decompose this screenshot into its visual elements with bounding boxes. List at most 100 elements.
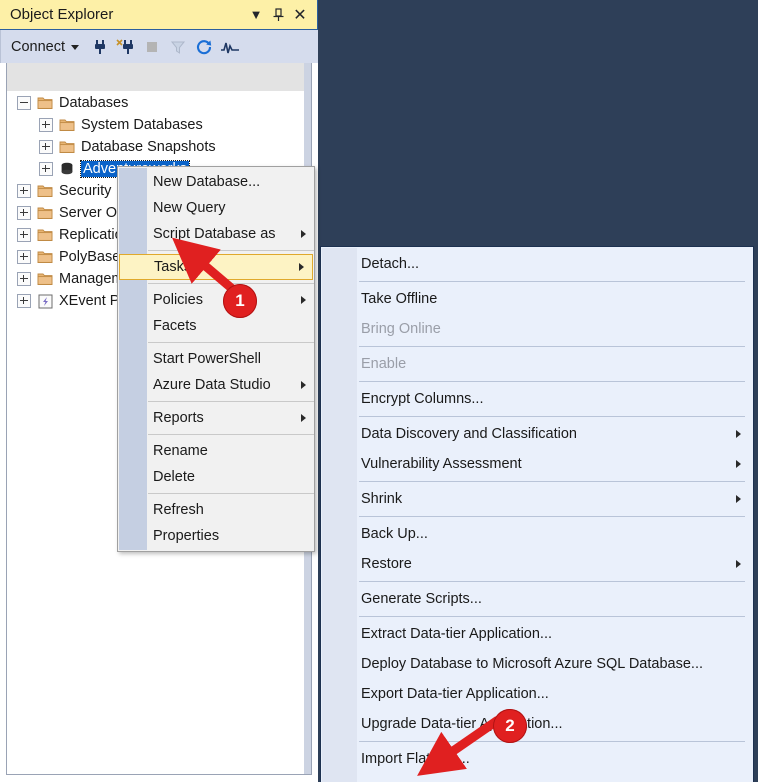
tasks-submenu-item-extract-data-tier-application[interactable]: Extract Data-tier Application... bbox=[321, 619, 753, 649]
expand-icon[interactable] bbox=[17, 272, 31, 286]
tasks-submenu-item-label: Encrypt Columns... bbox=[361, 391, 484, 407]
context-menu-item-label: Facets bbox=[153, 318, 197, 334]
tree-header-strip bbox=[7, 63, 311, 92]
database-context-menu[interactable]: New Database... New Query Script Database … bbox=[117, 166, 315, 552]
expand-icon[interactable] bbox=[17, 228, 31, 242]
tree-item-label: System Databases bbox=[81, 117, 203, 133]
menu-separator bbox=[359, 346, 745, 347]
tree-item-label: PolyBase bbox=[59, 249, 121, 265]
context-menu-item-new-database[interactable]: New Database... bbox=[118, 169, 314, 195]
connect-button[interactable]: Connect bbox=[11, 38, 80, 55]
context-menu-item-policies[interactable]: Policies bbox=[118, 287, 314, 313]
tasks-submenu-item-data-discovery-and-classification[interactable]: Data Discovery and Classification bbox=[321, 419, 753, 449]
pin-icon[interactable] bbox=[267, 4, 289, 26]
tree-item-system-databases[interactable]: System Databases bbox=[7, 114, 311, 136]
tasks-submenu-item-encrypt-columns[interactable]: Encrypt Columns... bbox=[321, 384, 753, 414]
tasks-submenu-item-label: Back Up... bbox=[361, 526, 428, 542]
context-menu-item-label: New Database... bbox=[153, 174, 261, 190]
expand-icon[interactable] bbox=[17, 250, 31, 264]
expand-icon[interactable] bbox=[39, 162, 53, 176]
folder-icon bbox=[37, 95, 53, 111]
context-menu-item-facets[interactable]: Facets bbox=[118, 313, 314, 339]
context-menu-item-rename[interactable]: Rename bbox=[118, 438, 314, 464]
tree-item-label: Security bbox=[59, 183, 112, 199]
expand-icon[interactable] bbox=[39, 118, 53, 132]
expand-icon[interactable] bbox=[17, 294, 31, 308]
chevron-down-icon[interactable]: ▼ bbox=[245, 4, 267, 26]
context-menu-item-label: Reports bbox=[153, 410, 204, 426]
tasks-submenu-item-label: Restore bbox=[361, 556, 412, 572]
context-menu-item-script-database-as[interactable]: Script Database as bbox=[118, 221, 314, 247]
annotation-badge-2: 2 bbox=[493, 709, 527, 743]
context-menu-item-azure-data-studio[interactable]: Azure Data Studio bbox=[118, 372, 314, 398]
object-explorer-toolbar: Connect bbox=[0, 30, 318, 63]
context-menu-item-start-powershell[interactable]: Start PowerShell bbox=[118, 346, 314, 372]
tasks-submenu-item-generate-scripts[interactable]: Generate Scripts... bbox=[321, 584, 753, 614]
object-explorer-title-bar: Object Explorer ▼ ✕ bbox=[0, 0, 318, 30]
disconnect-plug-icon[interactable] bbox=[113, 34, 139, 60]
tasks-submenu-item-take-offline[interactable]: Take Offline bbox=[321, 284, 753, 314]
context-menu-item-label: Properties bbox=[153, 528, 220, 544]
folder-icon bbox=[59, 139, 75, 155]
tasks-submenu-item-label: Deploy Database to Microsoft Azure SQL D… bbox=[361, 656, 703, 672]
chevron-down-icon bbox=[71, 45, 80, 50]
menu-separator bbox=[359, 581, 745, 582]
tasks-submenu-item-label: Import Flat File... bbox=[361, 751, 470, 767]
tasks-submenu-item-label: Vulnerability Assessment bbox=[361, 456, 522, 472]
xevent-icon bbox=[37, 293, 53, 309]
menu-separator bbox=[148, 434, 314, 435]
tasks-submenu-item-import-flat-file[interactable]: Import Flat File... bbox=[321, 744, 753, 774]
stop-icon bbox=[139, 34, 165, 60]
context-menu-item-properties[interactable]: Properties bbox=[118, 523, 314, 549]
folder-icon bbox=[59, 117, 75, 133]
menu-separator bbox=[359, 281, 745, 282]
folder-icon bbox=[37, 271, 53, 287]
expand-icon[interactable] bbox=[17, 184, 31, 198]
tasks-submenu-item-back-up[interactable]: Back Up... bbox=[321, 519, 753, 549]
close-icon[interactable]: ✕ bbox=[289, 4, 311, 26]
tasks-submenu-item-vulnerability-assessment[interactable]: Vulnerability Assessment bbox=[321, 449, 753, 479]
app-root: Object Explorer ▼ ✕ Connect Databases Sy… bbox=[0, 0, 758, 782]
tree-item-databases[interactable]: Databases bbox=[7, 92, 311, 114]
refresh-icon[interactable] bbox=[191, 34, 217, 60]
menu-separator bbox=[359, 381, 745, 382]
context-menu-item-new-query[interactable]: New Query bbox=[118, 195, 314, 221]
tasks-submenu-item-import-data[interactable]: Import Data... bbox=[321, 774, 753, 782]
tasks-submenu-item-bring-online: Bring Online bbox=[321, 314, 753, 344]
annotation-badge-1: 1 bbox=[223, 284, 257, 318]
menu-separator bbox=[359, 616, 745, 617]
tasks-submenu-item-upgrade-data-tier-application[interactable]: Upgrade Data-tier Application... bbox=[321, 709, 753, 739]
expand-icon[interactable] bbox=[39, 140, 53, 154]
page-title: Object Explorer bbox=[10, 6, 114, 23]
tasks-submenu-item-label: Export Data-tier Application... bbox=[361, 686, 549, 702]
context-menu-item-label: Delete bbox=[153, 469, 195, 485]
submenu-arrow-icon bbox=[736, 430, 741, 438]
context-menu-item-reports[interactable]: Reports bbox=[118, 405, 314, 431]
context-menu-item-delete[interactable]: Delete bbox=[118, 464, 314, 490]
context-menu-item-label: Start PowerShell bbox=[153, 351, 261, 367]
tasks-submenu-item-shrink[interactable]: Shrink bbox=[321, 484, 753, 514]
tasks-submenu-item-restore[interactable]: Restore bbox=[321, 549, 753, 579]
menu-separator bbox=[148, 250, 314, 251]
tasks-submenu-item-export-data-tier-application[interactable]: Export Data-tier Application... bbox=[321, 679, 753, 709]
folder-icon bbox=[37, 205, 53, 221]
database-icon bbox=[59, 161, 75, 177]
tree-item-label: Databases bbox=[59, 95, 129, 111]
submenu-arrow-icon bbox=[736, 560, 741, 568]
activity-monitor-icon[interactable] bbox=[217, 34, 243, 60]
submenu-arrow-icon bbox=[301, 230, 306, 238]
tasks-submenu-item-detach[interactable]: Detach... bbox=[321, 249, 753, 279]
context-menu-item-tasks[interactable]: Tasks bbox=[119, 254, 313, 280]
tasks-submenu-item-deploy-database-to-microsoft-azure-sql-database[interactable]: Deploy Database to Microsoft Azure SQL D… bbox=[321, 649, 753, 679]
tasks-submenu-item-label: Bring Online bbox=[361, 321, 441, 337]
filter-icon[interactable] bbox=[165, 34, 191, 60]
connect-button-label: Connect bbox=[11, 38, 66, 55]
connect-plug-icon[interactable] bbox=[87, 34, 113, 60]
context-menu-item-refresh[interactable]: Refresh bbox=[118, 497, 314, 523]
collapse-icon[interactable] bbox=[17, 96, 31, 110]
tasks-submenu[interactable]: Detach... Take Offline Bring Online Enable E… bbox=[320, 246, 754, 782]
tasks-submenu-item-label: Enable bbox=[361, 356, 407, 372]
expand-icon[interactable] bbox=[17, 206, 31, 220]
folder-icon bbox=[37, 183, 53, 199]
tree-item-database-snapshots[interactable]: Database Snapshots bbox=[7, 136, 311, 158]
